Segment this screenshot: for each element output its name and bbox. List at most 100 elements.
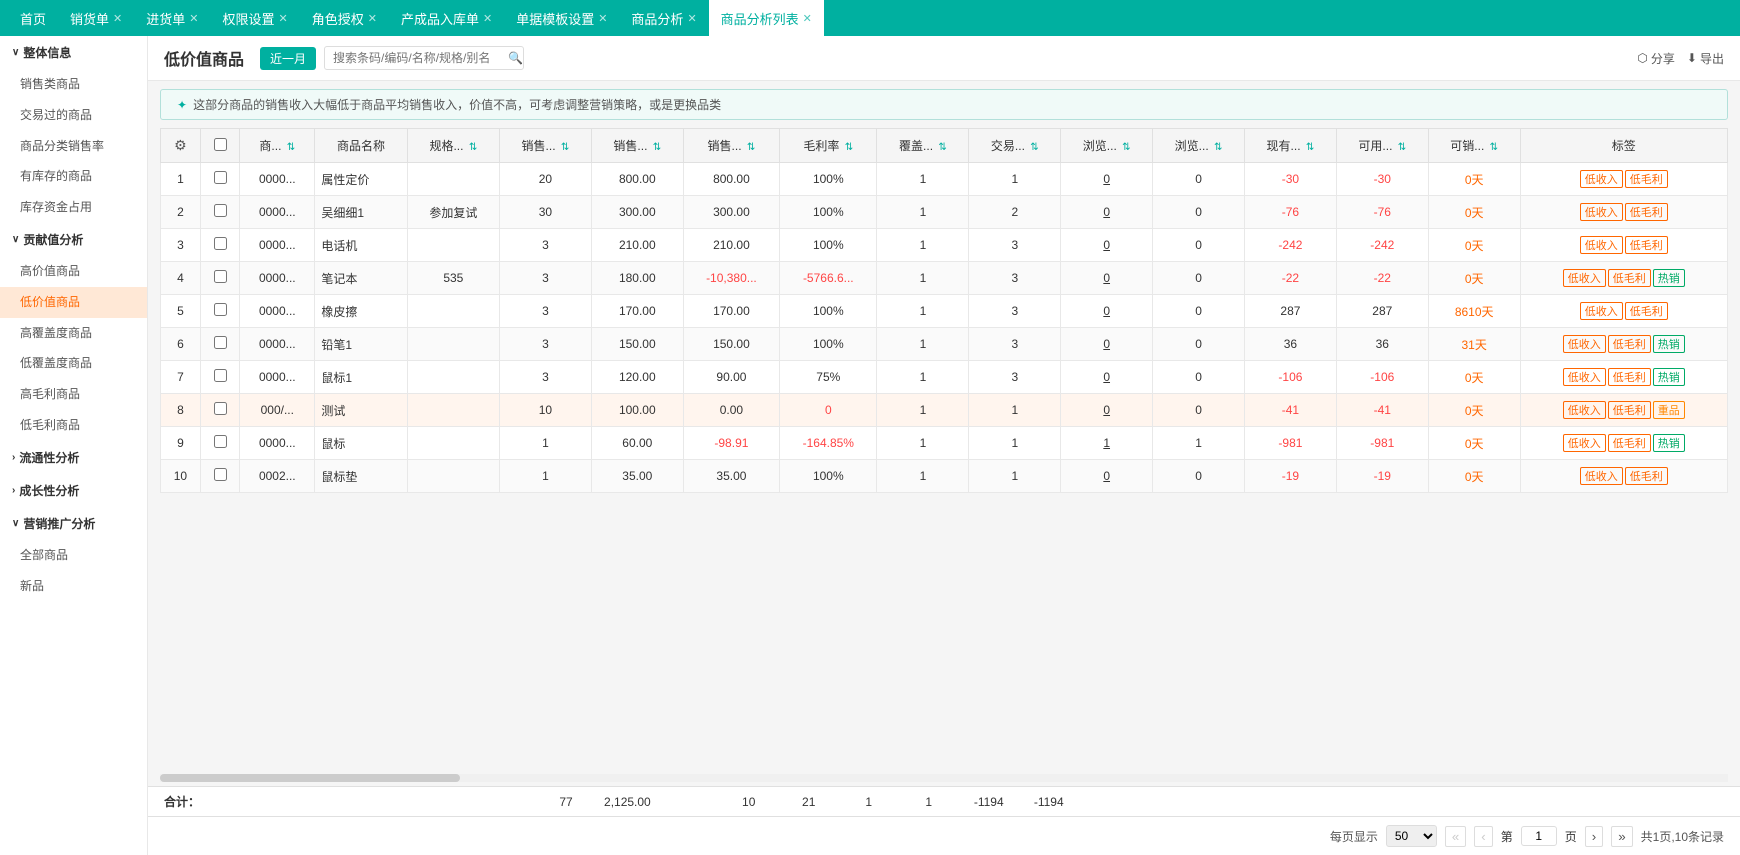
prev-page-button[interactable]: ‹ [1474, 826, 1492, 847]
row-checkbox-cell[interactable] [200, 394, 239, 427]
nav-close-permissions[interactable]: ✕ [279, 12, 288, 25]
settings-icon[interactable]: ⚙ [174, 137, 187, 153]
row-checkbox[interactable] [214, 303, 227, 316]
col-margin-rate[interactable]: 毛利率 ⇅ [780, 129, 877, 163]
nav-close-purchase[interactable]: ✕ [189, 12, 198, 25]
row-checkbox-cell[interactable] [200, 427, 239, 460]
last-page-button[interactable]: » [1611, 826, 1632, 847]
nav-close-template[interactable]: ✕ [598, 12, 607, 25]
row-checkbox[interactable] [214, 402, 227, 415]
share-button[interactable]: ⬡ 分享 [1637, 50, 1675, 67]
nav-roles[interactable]: 角色授权 ✕ [300, 0, 389, 36]
col-checkbox[interactable] [200, 129, 239, 163]
nav-product-analysis-list[interactable]: 商品分析列表 ✕ [709, 0, 824, 36]
next-page-button[interactable]: › [1585, 826, 1603, 847]
page-title: 低价值商品 [164, 46, 244, 70]
col-sellable-days[interactable]: 可销... ⇅ [1428, 129, 1520, 163]
page-number-input[interactable] [1521, 826, 1557, 846]
nav-close-stock-in[interactable]: ✕ [483, 12, 492, 25]
sidebar-item-sales-products[interactable]: 销售类商品 [0, 69, 147, 100]
nav-product-analysis[interactable]: 商品分析 ✕ [619, 0, 708, 36]
col-settings[interactable]: ⚙ [161, 129, 201, 163]
col-views1[interactable]: 浏览... ⇅ [1061, 129, 1153, 163]
row-checkbox-cell[interactable] [200, 328, 239, 361]
sidebar-section-overall[interactable]: ∨ 整体信息 [0, 36, 147, 69]
sort-icon-transactions: ⇅ [1030, 142, 1038, 153]
row-checkbox[interactable] [214, 336, 227, 349]
scrollbar-thumb[interactable] [160, 774, 460, 782]
row-checkbox[interactable] [214, 204, 227, 217]
nav-close-sales[interactable]: ✕ [113, 12, 122, 25]
nav-home[interactable]: 首页 [8, 0, 58, 36]
col-views2[interactable]: 浏览... ⇅ [1153, 129, 1245, 163]
row-checkbox[interactable] [214, 237, 227, 250]
top-navigation: 首页 销货单 ✕ 进货单 ✕ 权限设置 ✕ 角色授权 ✕ 产成品入库单 ✕ 单据… [0, 0, 1740, 36]
col-coverage[interactable]: 覆盖... ⇅ [877, 129, 969, 163]
table-container[interactable]: ⚙ 商... ⇅ 商品名称 规格... ⇅ 销售... [148, 120, 1740, 774]
row-tags: 低收入低毛利热销 [1520, 361, 1727, 394]
col-current-stock[interactable]: 现有... ⇅ [1244, 129, 1336, 163]
nav-close-roles[interactable]: ✕ [368, 12, 377, 25]
sidebar-section-circulation[interactable]: › 流通性分析 [0, 441, 147, 474]
select-all-checkbox[interactable] [214, 138, 227, 151]
sidebar-item-high-value[interactable]: 高价值商品 [0, 256, 147, 287]
row-checkbox-cell[interactable] [200, 361, 239, 394]
row-checkbox-cell[interactable] [200, 229, 239, 262]
export-icon: ⬇ [1687, 51, 1697, 65]
sidebar-item-low-margin[interactable]: 低毛利商品 [0, 410, 147, 441]
sidebar-item-traded-products[interactable]: 交易过的商品 [0, 100, 147, 131]
sort-icon-code: ⇅ [287, 142, 295, 153]
sidebar-item-all-products[interactable]: 全部商品 [0, 540, 147, 571]
row-tags: 低收入低毛利 [1520, 460, 1727, 493]
col-transactions[interactable]: 交易... ⇅ [969, 129, 1061, 163]
row-checkbox-cell[interactable] [200, 460, 239, 493]
row-checkbox[interactable] [214, 468, 227, 481]
nav-stock-in[interactable]: 产成品入库单 ✕ [389, 0, 504, 36]
row-checkbox-cell[interactable] [200, 196, 239, 229]
first-page-button[interactable]: « [1445, 826, 1466, 847]
col-sales-qty[interactable]: 销售... ⇅ [499, 129, 591, 163]
export-button[interactable]: ⬇ 导出 [1687, 50, 1724, 67]
search-icon[interactable]: 🔍 [508, 51, 523, 65]
horizontal-scrollbar[interactable] [160, 774, 1728, 782]
nav-sales[interactable]: 销货单 ✕ [58, 0, 134, 36]
nav-close-product-analysis-list[interactable]: ✕ [803, 12, 812, 25]
col-code[interactable]: 商... ⇅ [240, 129, 315, 163]
col-sales-amount[interactable]: 销售... ⇅ [591, 129, 683, 163]
page-size-select[interactable]: 50 100 [1386, 825, 1437, 847]
row-checkbox-cell[interactable] [200, 163, 239, 196]
sidebar-item-new-products[interactable]: 新品 [0, 571, 147, 602]
sidebar-section-marketing[interactable]: ∨ 营销推广分析 [0, 507, 147, 540]
row-checkbox-cell[interactable] [200, 295, 239, 328]
sidebar-item-category-sales-rate[interactable]: 商品分类销售率 [0, 131, 147, 162]
nav-template[interactable]: 单据模板设置 ✕ [504, 0, 619, 36]
search-input[interactable] [324, 46, 524, 70]
col-spec[interactable]: 规格... ⇅ [407, 129, 499, 163]
nav-close-product-analysis[interactable]: ✕ [687, 12, 696, 25]
nav-permissions[interactable]: 权限设置 ✕ [210, 0, 299, 36]
table-row: 70000...鼠标13120.0090.0075%1300-106-1060天… [161, 361, 1728, 394]
filter-recent-month-button[interactable]: 近一月 [260, 47, 316, 70]
row-checkbox[interactable] [214, 171, 227, 184]
main-layout: ∨ 整体信息 销售类商品 交易过的商品 商品分类销售率 有库存的商品 库存资金占… [0, 36, 1740, 855]
col-name[interactable]: 商品名称 [315, 129, 407, 163]
row-checkbox[interactable] [214, 369, 227, 382]
sort-icon-sales-amount: ⇅ [653, 142, 661, 153]
col-sales-profit[interactable]: 销售... ⇅ [683, 129, 779, 163]
sidebar-item-stock-capital[interactable]: 库存资金占用 [0, 192, 147, 223]
col-available-stock[interactable]: 可用... ⇅ [1336, 129, 1428, 163]
sidebar-item-high-margin[interactable]: 高毛利商品 [0, 379, 147, 410]
sidebar-section-contribution[interactable]: ∨ 贡献值分析 [0, 223, 147, 256]
table-header-row: ⚙ 商... ⇅ 商品名称 规格... ⇅ 销售... [161, 129, 1728, 163]
row-checkbox[interactable] [214, 435, 227, 448]
row-checkbox[interactable] [214, 270, 227, 283]
sidebar-item-high-coverage[interactable]: 高覆盖度商品 [0, 318, 147, 349]
sidebar-section-growth[interactable]: › 成长性分析 [0, 474, 147, 507]
row-checkbox-cell[interactable] [200, 262, 239, 295]
nav-purchase[interactable]: 进货单 ✕ [134, 0, 210, 36]
sidebar-item-low-value[interactable]: 低价值商品 [0, 287, 147, 318]
sidebar-item-low-coverage[interactable]: 低覆盖度商品 [0, 348, 147, 379]
share-icon: ⬡ [1637, 51, 1647, 65]
sidebar-item-stock-products[interactable]: 有库存的商品 [0, 161, 147, 192]
total-col14: -1194 [1019, 795, 1079, 809]
